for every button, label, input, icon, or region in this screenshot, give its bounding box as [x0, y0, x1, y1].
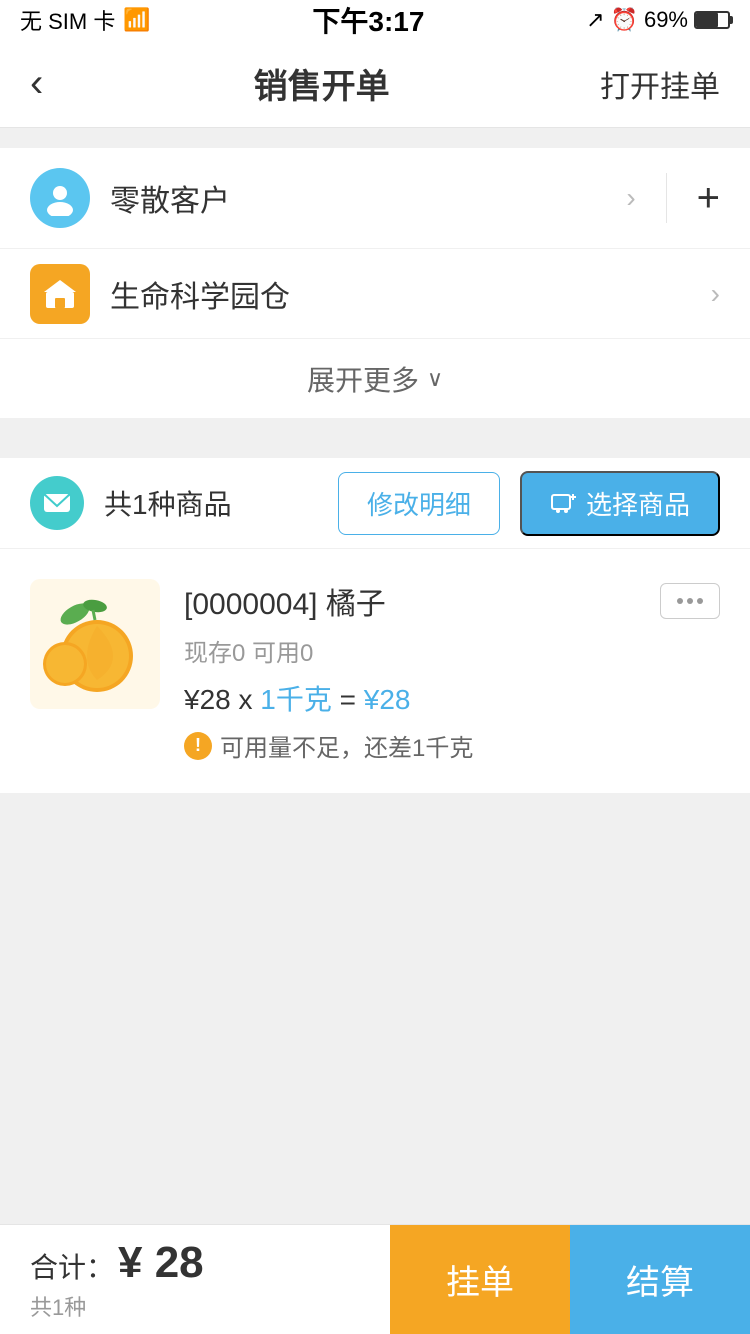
product-more-button[interactable] — [660, 583, 720, 619]
product-equals: = — [340, 684, 356, 715]
customer-row[interactable]: 零散客户 › + — [0, 148, 750, 248]
status-time: 下午3:17 — [312, 0, 424, 40]
hang-button[interactable]: 挂单 — [390, 1225, 570, 1334]
empty-area — [0, 793, 750, 1273]
product-total: ¥28 — [364, 684, 411, 715]
total-amount: ¥ 28 — [118, 1238, 204, 1288]
customer-arrow-icon: › — [626, 182, 635, 214]
nav-bar: ‹ 销售开单 打开挂单 — [0, 40, 750, 128]
exclamation-icon: ! — [195, 735, 201, 756]
status-right: ↗ ⏰ 69% — [586, 7, 730, 33]
envelope-icon — [42, 488, 72, 518]
select-product-button[interactable]: 选择商品 — [520, 471, 720, 536]
back-button[interactable]: ‹ — [30, 61, 43, 106]
section-gap-1 — [0, 128, 750, 148]
warehouse-svg-icon — [42, 276, 78, 312]
product-price-row: ¥28 x 1千克 = ¥28 — [184, 678, 720, 718]
bottom-bar: 合计： ¥ 28 共1种 挂单 结算 — [0, 1224, 750, 1334]
product-multiply: x — [239, 684, 253, 715]
status-bar: 无 SIM 卡 📶 下午3:17 ↗ ⏰ 69% — [0, 0, 750, 40]
cart-icon-circle — [30, 476, 84, 530]
expand-more-label: 展开更多 — [307, 359, 419, 399]
product-warning: ! 可用量不足，还差1千克 — [184, 728, 720, 763]
warehouse-arrow-icon: › — [711, 278, 720, 310]
product-name-row: [0000004] 橘子 — [184, 579, 720, 623]
sim-label: 无 SIM 卡 — [20, 4, 115, 36]
expand-more-button[interactable]: 展开更多 ∨ — [0, 338, 750, 418]
divider — [666, 173, 667, 223]
battery-icon — [694, 11, 730, 29]
total-section: 合计： ¥ 28 共1种 — [0, 1238, 390, 1322]
product-title: 橘子 — [326, 588, 386, 621]
open-hang-button[interactable]: 打开挂单 — [600, 62, 720, 106]
checkout-button[interactable]: 结算 — [570, 1225, 750, 1334]
product-price-unit: ¥28 — [184, 684, 231, 715]
product-item: [0000004] 橘子 现存0 可用0 ¥28 x 1千克 = ¥28 ! 可… — [0, 548, 750, 793]
products-header: 共1种商品 修改明细 选择商品 — [0, 458, 750, 548]
section-gap-2 — [0, 418, 750, 438]
status-left: 无 SIM 卡 📶 — [20, 4, 151, 36]
product-image — [30, 579, 160, 709]
product-id: [0000004] — [184, 588, 317, 621]
product-name: [0000004] 橘子 — [184, 579, 386, 623]
products-count-label: 共1种商品 — [104, 483, 318, 523]
modify-detail-button[interactable]: 修改明细 — [338, 472, 500, 535]
warning-icon: ! — [184, 732, 212, 760]
person-icon — [42, 180, 78, 216]
chevron-down-icon: ∨ — [427, 366, 443, 392]
wifi-icon: 📶 — [123, 7, 150, 33]
product-details: [0000004] 橘子 现存0 可用0 ¥28 x 1千克 = ¥28 ! 可… — [184, 579, 720, 763]
dot-2 — [687, 598, 693, 604]
customer-name: 零散客户 — [110, 176, 626, 220]
warning-text: 可用量不足，还差1千克 — [220, 728, 473, 763]
product-quantity: 1千克 — [260, 684, 332, 715]
cart-add-icon — [550, 489, 578, 517]
battery-percent: 69% — [644, 7, 688, 33]
orange-illustration — [35, 584, 155, 704]
location-icon: ↗ — [586, 7, 604, 33]
total-sub-label: 共1种 — [30, 1290, 360, 1322]
page-title: 销售开单 — [254, 59, 390, 108]
warehouse-name: 生命科学园仓 — [110, 272, 711, 316]
alarm-icon: ⏰ — [611, 7, 638, 33]
product-stock: 现存0 可用0 — [184, 633, 720, 668]
warehouse-row[interactable]: 生命科学园仓 › — [0, 248, 750, 338]
dot-1 — [677, 598, 683, 604]
dot-3 — [697, 598, 703, 604]
select-product-label: 选择商品 — [586, 485, 690, 522]
warehouse-icon — [30, 264, 90, 324]
total-label: 合计： — [30, 1246, 114, 1286]
customer-avatar — [30, 168, 90, 228]
add-customer-button[interactable]: + — [697, 176, 720, 221]
